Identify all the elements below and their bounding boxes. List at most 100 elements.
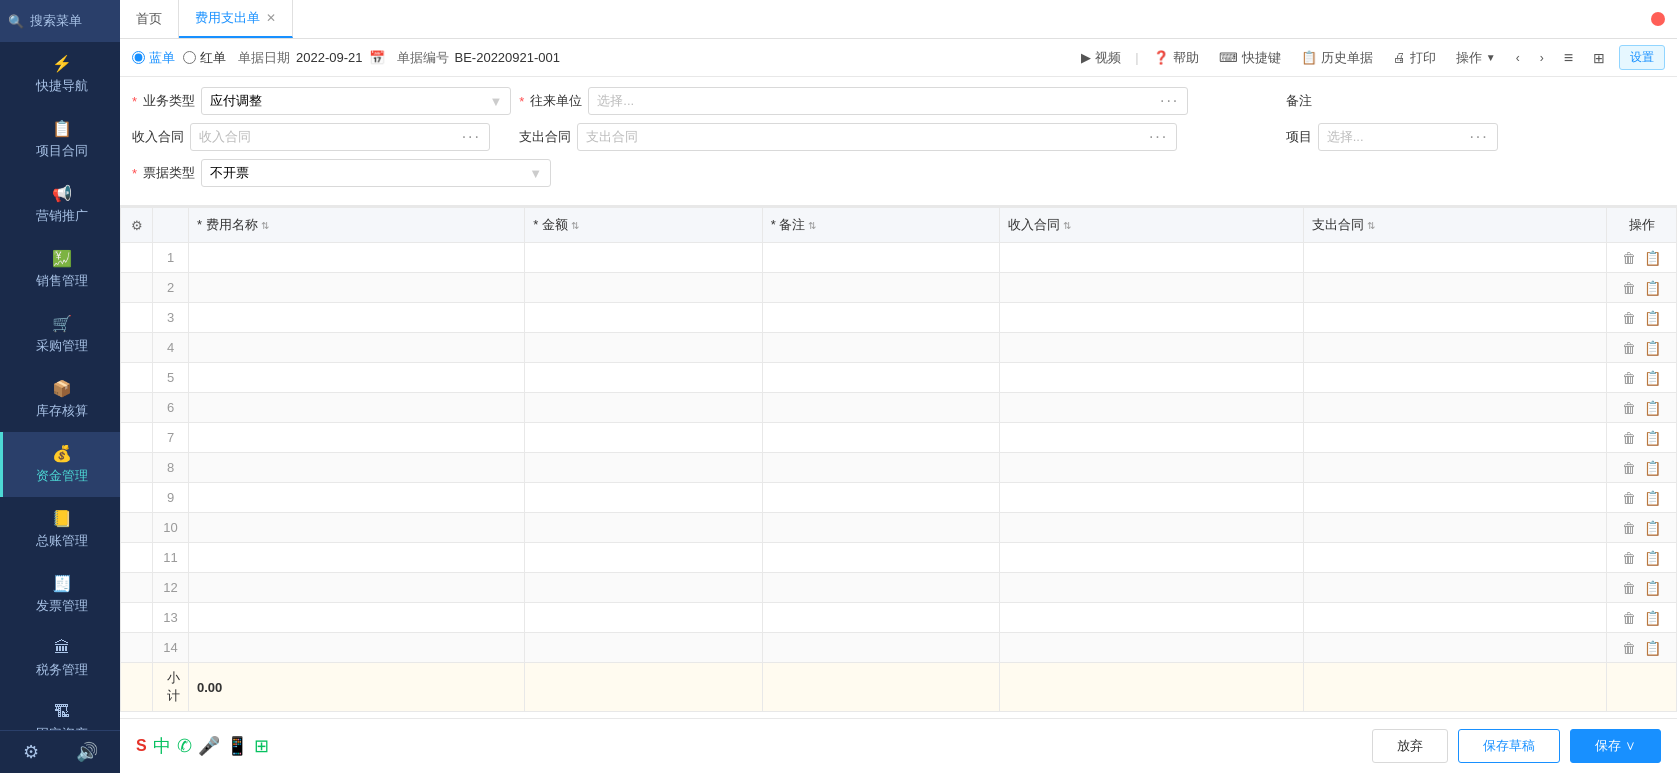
history-btn[interactable]: 📋 历史单据 [1295, 46, 1379, 70]
th-name[interactable]: * 费用名称⇅ [189, 208, 525, 243]
cell-income-contract[interactable] [1000, 303, 1303, 333]
delete-icon[interactable]: 🗑 [1622, 310, 1636, 326]
sidebar-item-quick-nav[interactable]: ⚡快捷导航 [0, 42, 120, 107]
cell-amount[interactable] [525, 363, 763, 393]
copy-icon[interactable]: 📋 [1644, 490, 1661, 506]
th-expense-contract[interactable]: 支出合同⇅ [1303, 208, 1606, 243]
cell-income-contract[interactable] [1000, 603, 1303, 633]
th-settings[interactable]: ⚙ [121, 208, 153, 243]
operations-btn[interactable]: 操作 ▼ [1450, 46, 1502, 70]
shortcut-btn[interactable]: ⌨ 快捷键 [1213, 46, 1287, 70]
cell-income-contract[interactable] [1000, 423, 1303, 453]
cell-expense-contract[interactable] [1303, 333, 1606, 363]
footer-icon-phone[interactable]: ✆ [177, 735, 192, 757]
cell-name[interactable] [189, 363, 525, 393]
calendar-icon[interactable]: 📅 [369, 50, 385, 65]
cell-name[interactable] [189, 393, 525, 423]
cell-income-contract[interactable] [1000, 543, 1303, 573]
th-income-contract[interactable]: 收入合同⇅ [1000, 208, 1303, 243]
copy-icon[interactable]: 📋 [1644, 280, 1661, 296]
cell-expense-contract[interactable] [1303, 243, 1606, 273]
cell-income-contract[interactable] [1000, 453, 1303, 483]
sidebar-item-project-contract[interactable]: 📋项目合同 [0, 107, 120, 172]
cell-name[interactable] [189, 603, 525, 633]
sidebar-item-marketing[interactable]: 📢营销推广 [0, 172, 120, 237]
cell-note[interactable] [762, 243, 1000, 273]
cell-expense-contract[interactable] [1303, 513, 1606, 543]
delete-icon[interactable]: 🗑 [1622, 490, 1636, 506]
cell-name[interactable] [189, 423, 525, 453]
cell-amount[interactable] [525, 483, 763, 513]
cell-note[interactable] [762, 633, 1000, 663]
delete-icon[interactable]: 🗑 [1622, 400, 1636, 416]
radio-red[interactable]: 红单 [183, 49, 226, 67]
detail-view-btn[interactable]: ⊞ [1587, 47, 1611, 69]
discard-btn[interactable]: 放弃 [1372, 729, 1448, 763]
delete-icon[interactable]: 🗑 [1622, 580, 1636, 596]
cell-note[interactable] [762, 393, 1000, 423]
cell-name[interactable] [189, 333, 525, 363]
cell-name[interactable] [189, 573, 525, 603]
income-contract-input[interactable]: 收入合同 ··· [190, 123, 490, 151]
copy-icon[interactable]: 📋 [1644, 610, 1661, 626]
delete-icon[interactable]: 🗑 [1622, 460, 1636, 476]
cell-income-contract[interactable] [1000, 243, 1303, 273]
cell-expense-contract[interactable] [1303, 573, 1606, 603]
win-close-btn[interactable] [1651, 12, 1665, 26]
copy-icon[interactable]: 📋 [1644, 520, 1661, 536]
project-input[interactable]: 选择... ··· [1318, 123, 1498, 151]
cell-amount[interactable] [525, 633, 763, 663]
cell-name[interactable] [189, 633, 525, 663]
delete-icon[interactable]: 🗑 [1622, 340, 1636, 356]
cell-name[interactable] [189, 303, 525, 333]
cell-note[interactable] [762, 453, 1000, 483]
sidebar-item-fixed-assets[interactable]: 🏗固定资产 [0, 691, 120, 730]
sidebar-item-fund-mgmt[interactable]: 💰资金管理 [0, 432, 120, 497]
cell-name[interactable] [189, 513, 525, 543]
cell-amount[interactable] [525, 393, 763, 423]
delete-icon[interactable]: 🗑 [1622, 280, 1636, 296]
cell-amount[interactable] [525, 603, 763, 633]
print-btn[interactable]: 🖨 打印 [1387, 46, 1442, 70]
cell-name[interactable] [189, 243, 525, 273]
next-btn[interactable]: › [1534, 48, 1550, 68]
footer-icon-zhong[interactable]: 中 [153, 734, 171, 758]
sidebar-item-accounting[interactable]: 📒总账管理 [0, 497, 120, 562]
cell-expense-contract[interactable] [1303, 543, 1606, 573]
delete-icon[interactable]: 🗑 [1622, 250, 1636, 266]
list-view-btn[interactable]: ≡ [1558, 46, 1579, 70]
footer-icon-grid[interactable]: ⊞ [254, 735, 269, 757]
settings-btn[interactable]: 设置 [1619, 45, 1665, 70]
cell-expense-contract[interactable] [1303, 453, 1606, 483]
copy-icon[interactable]: 📋 [1644, 370, 1661, 386]
cell-note[interactable] [762, 483, 1000, 513]
counterparty-input[interactable]: 选择... ··· [588, 87, 1188, 115]
delete-icon[interactable]: 🗑 [1622, 640, 1636, 656]
cell-income-contract[interactable] [1000, 363, 1303, 393]
cell-name[interactable] [189, 543, 525, 573]
delete-icon[interactable]: 🗑 [1622, 550, 1636, 566]
tab-expense-form[interactable]: 费用支出单✕ [179, 0, 293, 38]
cell-amount[interactable] [525, 243, 763, 273]
delete-icon[interactable]: 🗑 [1622, 610, 1636, 626]
sidebar-item-invoice-mgmt[interactable]: 🧾发票管理 [0, 562, 120, 627]
number-value[interactable]: BE-20220921-001 [455, 50, 561, 65]
cell-amount[interactable] [525, 333, 763, 363]
footer-icon-mic[interactable]: 🎤 [198, 735, 220, 757]
save-btn[interactable]: 保存 ∨ [1570, 729, 1661, 763]
expense-contract-input[interactable]: 支出合同 ··· [577, 123, 1177, 151]
cell-amount[interactable] [525, 423, 763, 453]
cell-note[interactable] [762, 543, 1000, 573]
cell-income-contract[interactable] [1000, 393, 1303, 423]
cell-expense-contract[interactable] [1303, 633, 1606, 663]
cell-note[interactable] [762, 513, 1000, 543]
radio-blue[interactable]: 蓝单 [132, 49, 175, 67]
cell-expense-contract[interactable] [1303, 603, 1606, 633]
cell-income-contract[interactable] [1000, 573, 1303, 603]
cell-amount[interactable] [525, 573, 763, 603]
date-value[interactable]: 2022-09-21 [296, 50, 363, 65]
sidebar-bottom-icon-1[interactable]: 🔊 [76, 741, 98, 763]
cell-expense-contract[interactable] [1303, 483, 1606, 513]
cell-amount[interactable] [525, 543, 763, 573]
gear-icon[interactable]: ⚙ [131, 218, 143, 233]
